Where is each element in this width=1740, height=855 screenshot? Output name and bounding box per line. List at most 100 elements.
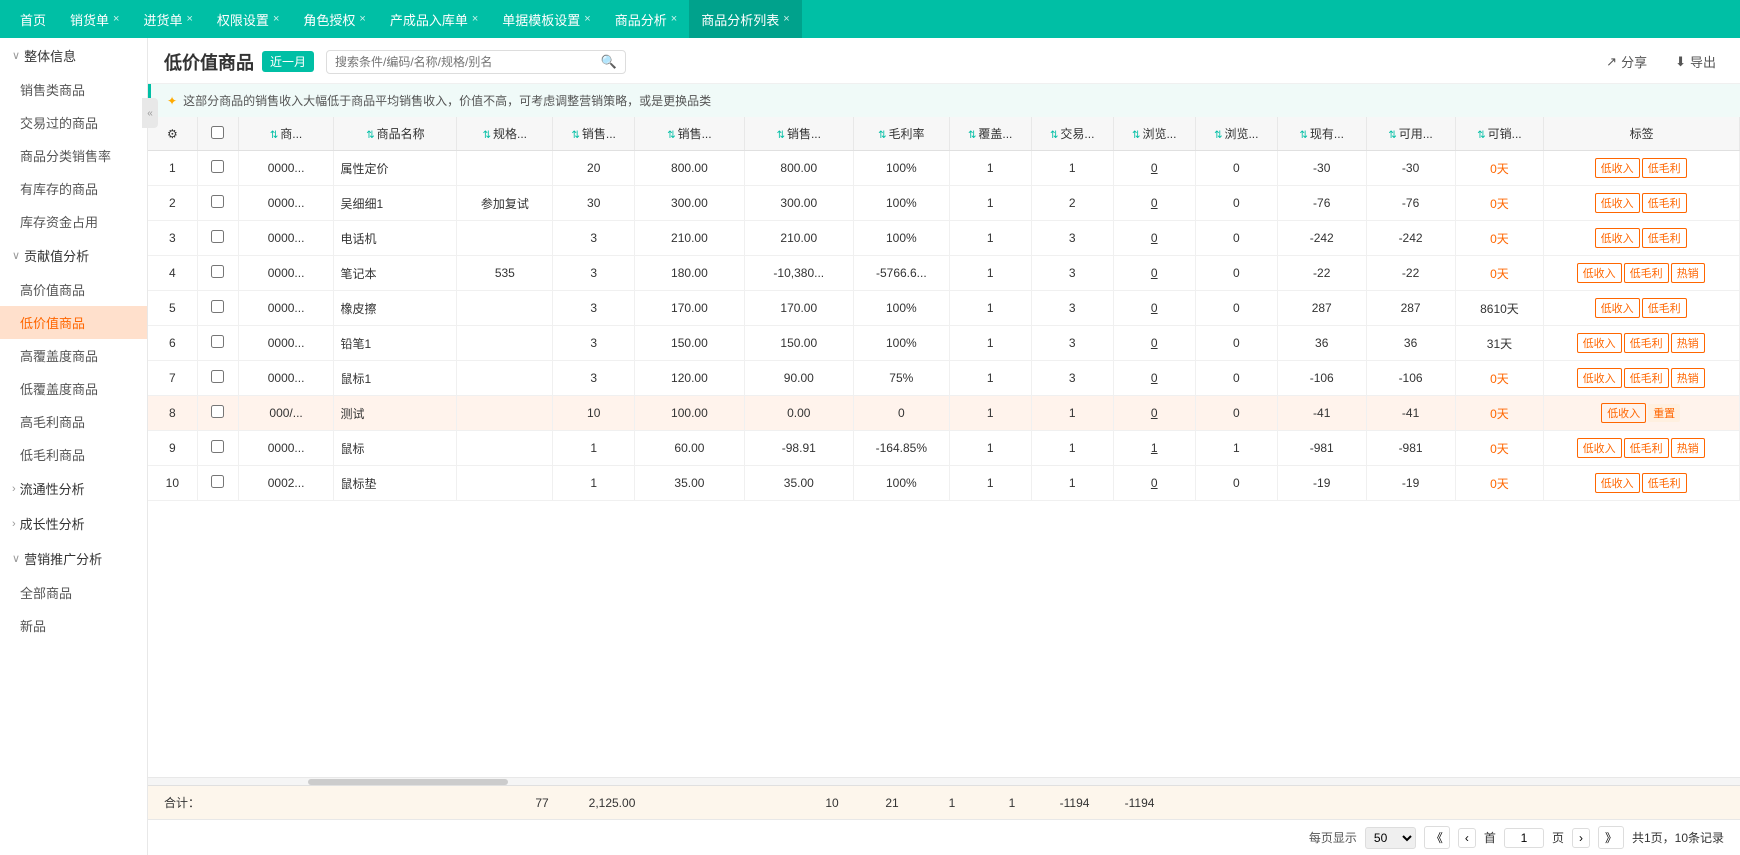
horizontal-scrollbar[interactable] [148,777,1740,785]
nav-product-list[interactable]: 商品分析列表 × [689,0,801,38]
nav-close-sales[interactable]: × [113,13,119,25]
sidebar-group-flow[interactable]: › 流通性分析 [0,471,147,506]
next-page-button[interactable]: › [1572,828,1590,848]
row-browse1[interactable]: 0 [1113,396,1195,431]
sidebar-item-low-value[interactable]: 低价值商品 [0,306,147,339]
search-input[interactable] [335,55,597,69]
row-checkbox[interactable] [211,440,224,453]
export-button[interactable]: ⬇ 导出 [1667,48,1724,75]
page-input[interactable] [1504,828,1544,848]
nav-production[interactable]: 产成品入库单 × [378,0,490,38]
row-checkbox[interactable] [211,160,224,173]
sidebar-group-growth[interactable]: › 成长性分析 [0,506,147,541]
col-s1[interactable]: ⇅销售... [553,117,635,151]
nav-roles[interactable]: 角色授权 × [291,0,377,38]
row-checkbox-cell[interactable] [197,221,238,256]
nav-home[interactable]: 首页 [8,0,58,38]
row-browse1[interactable]: 0 [1113,326,1195,361]
col-cover[interactable]: ⇅覆盖... [949,117,1031,151]
browse-link[interactable]: 0 [1151,196,1158,210]
sidebar-item-high-coverage[interactable]: 高覆盖度商品 [0,339,147,372]
row-checkbox-cell[interactable] [197,396,238,431]
sidebar-item-sales-goods[interactable]: 销售类商品 [0,73,147,106]
col-trade[interactable]: ⇅交易... [1031,117,1113,151]
nav-sales[interactable]: 销货单 × [58,0,131,38]
browse-link[interactable]: 0 [1151,301,1158,315]
row-checkbox[interactable] [211,265,224,278]
nav-template[interactable]: 单据模板设置 × [490,0,602,38]
prev-page-button[interactable]: ‹ [1458,828,1476,848]
sidebar-group-overall[interactable]: ∨ 整体信息 [0,38,147,73]
sidebar-item-stocked-goods[interactable]: 有库存的商品 [0,172,147,205]
row-checkbox[interactable] [211,300,224,313]
row-browse1[interactable]: 0 [1113,221,1195,256]
page-size-select[interactable]: 50 100 200 [1365,827,1416,849]
sidebar-item-high-value[interactable]: 高价值商品 [0,273,147,306]
browse-link[interactable]: 0 [1151,161,1158,175]
nav-close-purchase[interactable]: × [186,13,192,25]
sidebar-item-inventory-funds[interactable]: 库存资金占用 [0,205,147,238]
col-browse1[interactable]: ⇅浏览... [1113,117,1195,151]
row-browse1[interactable]: 0 [1113,361,1195,396]
col-current[interactable]: ⇅现有... [1277,117,1366,151]
nav-close-permissions[interactable]: × [273,13,279,25]
row-browse1[interactable]: 0 [1113,151,1195,186]
last-page-button[interactable]: 》 [1598,826,1624,849]
sidebar-item-low-profit[interactable]: 低毛利商品 [0,438,147,471]
row-checkbox-cell[interactable] [197,151,238,186]
sidebar-item-new-goods[interactable]: 新品 [0,609,147,642]
row-browse1[interactable]: 0 [1113,256,1195,291]
row-browse1[interactable]: 0 [1113,466,1195,501]
browse-link[interactable]: 0 [1151,336,1158,350]
col-s2[interactable]: ⇅销售... [635,117,744,151]
nav-purchase[interactable]: 进货单 × [131,0,204,38]
col-s3[interactable]: ⇅销售... [744,117,853,151]
nav-close-roles[interactable]: × [359,13,365,25]
browse-link[interactable]: 0 [1151,406,1158,420]
col-browse2[interactable]: ⇅浏览... [1195,117,1277,151]
browse-link[interactable]: 0 [1151,476,1158,490]
col-saleable[interactable]: ⇅可销... [1455,117,1544,151]
col-spec[interactable]: ⇅规格... [457,117,553,151]
col-code[interactable]: ⇅商... [238,117,334,151]
row-checkbox-cell[interactable] [197,361,238,396]
row-checkbox-cell[interactable] [197,291,238,326]
nav-close-product-list[interactable]: × [783,13,789,25]
sidebar-item-category-rate[interactable]: 商品分类销售率 [0,139,147,172]
col-profit[interactable]: ⇅毛利率 [853,117,949,151]
row-browse1[interactable]: 0 [1113,186,1195,221]
row-checkbox-cell[interactable] [197,256,238,291]
col-checkbox[interactable] [197,117,238,151]
nav-close-production[interactable]: × [472,13,478,25]
nav-close-product-analysis[interactable]: × [671,13,677,25]
share-button[interactable]: ↗ 分享 [1598,48,1655,75]
browse-link[interactable]: 0 [1151,371,1158,385]
sidebar-item-low-coverage[interactable]: 低覆盖度商品 [0,372,147,405]
sidebar-item-high-profit[interactable]: 高毛利商品 [0,405,147,438]
row-checkbox[interactable] [211,370,224,383]
row-checkbox[interactable] [211,475,224,488]
col-available[interactable]: ⇅可用... [1366,117,1455,151]
row-browse1[interactable]: 0 [1113,291,1195,326]
row-checkbox-cell[interactable] [197,466,238,501]
row-checkbox-cell[interactable] [197,326,238,361]
row-checkbox[interactable] [211,405,224,418]
first-page-button[interactable]: 《 [1424,826,1450,849]
sidebar-collapse-button[interactable]: « [142,98,158,128]
browse-link[interactable]: 0 [1151,266,1158,280]
sidebar-group-marketing[interactable]: ∨ 营销推广分析 [0,541,147,576]
nav-close-template[interactable]: × [584,13,590,25]
sidebar-item-traded-goods[interactable]: 交易过的商品 [0,106,147,139]
row-checkbox-cell[interactable] [197,186,238,221]
sidebar-group-contribution[interactable]: ∨ 贡献值分析 [0,238,147,273]
search-icon[interactable]: 🔍 [601,54,617,70]
table-container[interactable]: ⚙ ⇅商... ⇅商品名称 ⇅规格... ⇅销售... ⇅销售... ⇅销售..… [148,117,1740,777]
browse-link[interactable]: 1 [1151,441,1158,455]
row-checkbox[interactable] [211,195,224,208]
time-badge[interactable]: 近一月 [262,51,314,72]
browse-link[interactable]: 0 [1151,231,1158,245]
sidebar-item-all-goods[interactable]: 全部商品 [0,576,147,609]
row-browse1[interactable]: 1 [1113,431,1195,466]
nav-product-analysis[interactable]: 商品分析 × [603,0,689,38]
col-name[interactable]: ⇅商品名称 [334,117,457,151]
